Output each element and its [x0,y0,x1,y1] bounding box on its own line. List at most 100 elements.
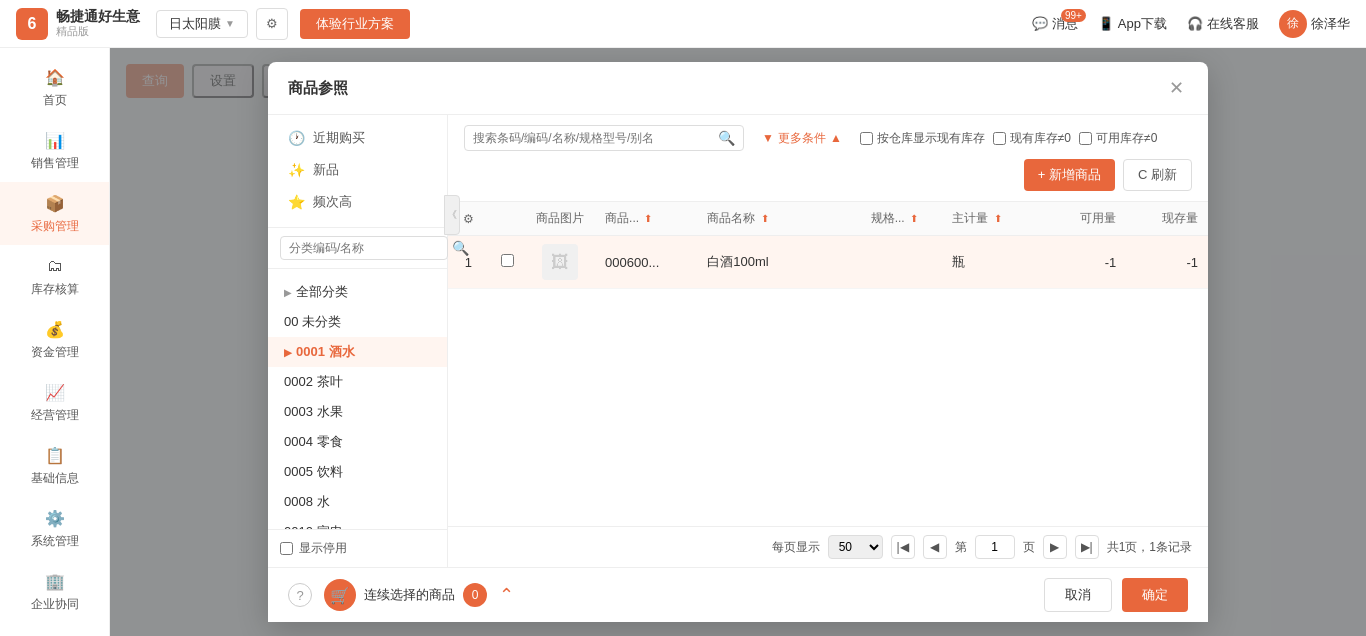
experience-btn[interactable]: 体验行业方案 [300,9,410,39]
th-spec[interactable]: 规格... ⬆ [861,202,943,236]
category-item-0004[interactable]: 0004 零食 [268,427,447,457]
category-item-0002[interactable]: 0002 茶叶 [268,367,447,397]
continuous-label: 连续选择的商品 [364,586,455,604]
th-avail: 可用量 [1024,202,1126,236]
row-code: 000600... [595,236,697,289]
store-selector[interactable]: 日太阳膜 ▼ [156,10,248,38]
product-search-box: 🔍 [464,125,744,151]
category-search-input[interactable] [280,236,448,260]
category-item-0008[interactable]: 0008 水 [268,487,447,517]
sidebar-item-system[interactable]: ⚙️ 系统管理 [0,497,109,560]
operations-icon: 📈 [44,381,66,403]
category-search-icon[interactable]: 🔍 [452,240,469,256]
online-service-nav-item[interactable]: 🎧 在线客服 [1187,15,1259,33]
product-search-input[interactable] [473,131,714,145]
app-download-nav-item[interactable]: 📱 App下载 [1098,15,1167,33]
logo-icon: 6 [16,8,48,40]
table-row[interactable]: 1 🖼 000600... 白酒100ml 瓶 -1 -1 [448,236,1208,289]
cart-icon[interactable]: 🛒 [324,579,356,611]
category-item-00[interactable]: 00 未分类 [268,307,447,337]
th-check [489,202,526,236]
category-recent[interactable]: 🕐 近期购买 [280,123,435,153]
category-item-0010[interactable]: 0010 家电 [268,517,447,529]
sidebar-item-operations[interactable]: 📈 经营管理 [0,371,109,434]
page-input[interactable] [975,535,1015,559]
right-content-panel: 🔍 ▼ 更多条件 ▲ 按仓库显示现有库存 [448,115,1208,567]
category-item-0001[interactable]: ▶0001 酒水 [268,337,447,367]
category-label: 0004 零食 [284,433,343,451]
row-unit: 瓶 [942,236,1024,289]
category-item-all[interactable]: ▶全部分类 [268,277,447,307]
message-icon: 💬 [1032,16,1048,31]
basics-icon: 📋 [44,444,66,466]
main-layout: 🏠 首页 📊 销售管理 📦 采购管理 🗂 库存核算 💰 资金管理 📈 经营管理 … [0,48,1366,636]
warehouse-filter[interactable]: 按仓库显示现有库存 [860,130,985,147]
help-icon[interactable]: ? [288,583,312,607]
warehouse-checkbox[interactable] [860,132,873,145]
chevron-down-icon: ▼ [225,18,235,29]
inventory-icon: 🗂 [44,255,66,277]
sidebar-label-basics: 基础信息 [31,470,79,487]
sidebar-item-finance[interactable]: 💰 资金管理 [0,308,109,371]
category-label: 0002 茶叶 [284,373,343,391]
product-search-icon[interactable]: 🔍 [718,130,735,146]
cart-count: 0 [463,583,487,607]
avail-ne0-filter[interactable]: 可用库存≠0 [1079,130,1157,147]
confirm-btn[interactable]: 确定 [1122,578,1188,612]
category-new[interactable]: ✨ 新品 [280,155,435,185]
category-label: 0005 饮料 [284,463,343,481]
sidebar-item-inventory[interactable]: 🗂 库存核算 [0,245,109,308]
th-img: 商品图片 [526,202,595,236]
sidebar-item-purchase[interactable]: 📦 采购管理 [0,182,109,245]
show-disabled-checkbox[interactable] [280,542,293,555]
more-filter-btn[interactable]: ▼ 更多条件 ▲ [752,126,852,151]
logo-text: 畅捷通好生意 [56,8,140,25]
settings-icon[interactable]: ⚙ [256,8,288,40]
add-product-btn[interactable]: + 新增商品 [1024,159,1115,191]
th-code[interactable]: 商品... ⬆ [595,202,697,236]
last-page-btn[interactable]: ▶| [1075,535,1099,559]
sidebar-label-system: 系统管理 [31,533,79,550]
row-spec [861,236,943,289]
row-avail: -1 [1024,236,1126,289]
page-size-select[interactable]: 102050100 [828,535,883,559]
user-name: 徐泽华 [1311,15,1350,33]
collapse-cart-icon[interactable]: ⌃ [499,584,514,606]
category-item-0003[interactable]: 0003 水果 [268,397,447,427]
refresh-btn[interactable]: C 刷新 [1123,159,1192,191]
category-frequent[interactable]: ⭐ 频次高 [280,187,435,217]
prev-page-btn[interactable]: ◀ [923,535,947,559]
sidebar-item-basics[interactable]: 📋 基础信息 [0,434,109,497]
recent-icon: 🕐 [288,130,305,146]
pagination-bar: 每页显示 102050100 |◀ ◀ 第 页 ▶ ▶| 共1页，1条记录 [448,526,1208,567]
user-nav-item[interactable]: 徐 徐泽华 [1279,10,1350,38]
first-page-btn[interactable]: |◀ [891,535,915,559]
show-disabled-label: 显示停用 [299,540,347,557]
collapse-panel-btn[interactable]: 《 [444,195,460,235]
stock-ne0-checkbox[interactable] [993,132,1006,145]
product-table-body: 1 🖼 000600... 白酒100ml 瓶 -1 -1 [448,236,1208,289]
sidebar-item-guide[interactable]: 🎯 新手引导 [0,623,109,636]
cancel-btn[interactable]: 取消 [1044,578,1112,612]
sidebar-item-enterprise[interactable]: 🏢 企业协同 [0,560,109,623]
next-page-btn[interactable]: ▶ [1043,535,1067,559]
modal-close-button[interactable]: ✕ [1164,76,1188,100]
th-name[interactable]: 商品名称 ⬆ [697,202,860,236]
th-unit[interactable]: 主计量 ⬆ [942,202,1024,236]
table-header-row: ⚙ 商品图片 商品... ⬆ [448,202,1208,236]
sort-unit-icon: ⬆ [994,213,1002,224]
messages-nav-item[interactable]: 💬 消息 99+ [1032,15,1078,33]
sidebar-item-sales[interactable]: 📊 销售管理 [0,119,109,182]
product-table: ⚙ 商品图片 商品... ⬆ [448,202,1208,289]
sidebar-item-home[interactable]: 🏠 首页 [0,56,109,119]
category-search-area: 🔍 [268,228,447,269]
system-icon: ⚙️ [44,507,66,529]
avail-ne0-checkbox[interactable] [1079,132,1092,145]
toolbar-right: + 新增商品 C 刷新 [1024,159,1192,191]
category-item-0005[interactable]: 0005 饮料 [268,457,447,487]
row-checkbox[interactable] [501,254,514,267]
modal-title: 商品参照 [288,79,348,98]
product-table-container: ⚙ 商品图片 商品... ⬆ [448,202,1208,526]
stock-ne0-filter[interactable]: 现有库存≠0 [993,130,1071,147]
row-check[interactable] [489,236,526,289]
